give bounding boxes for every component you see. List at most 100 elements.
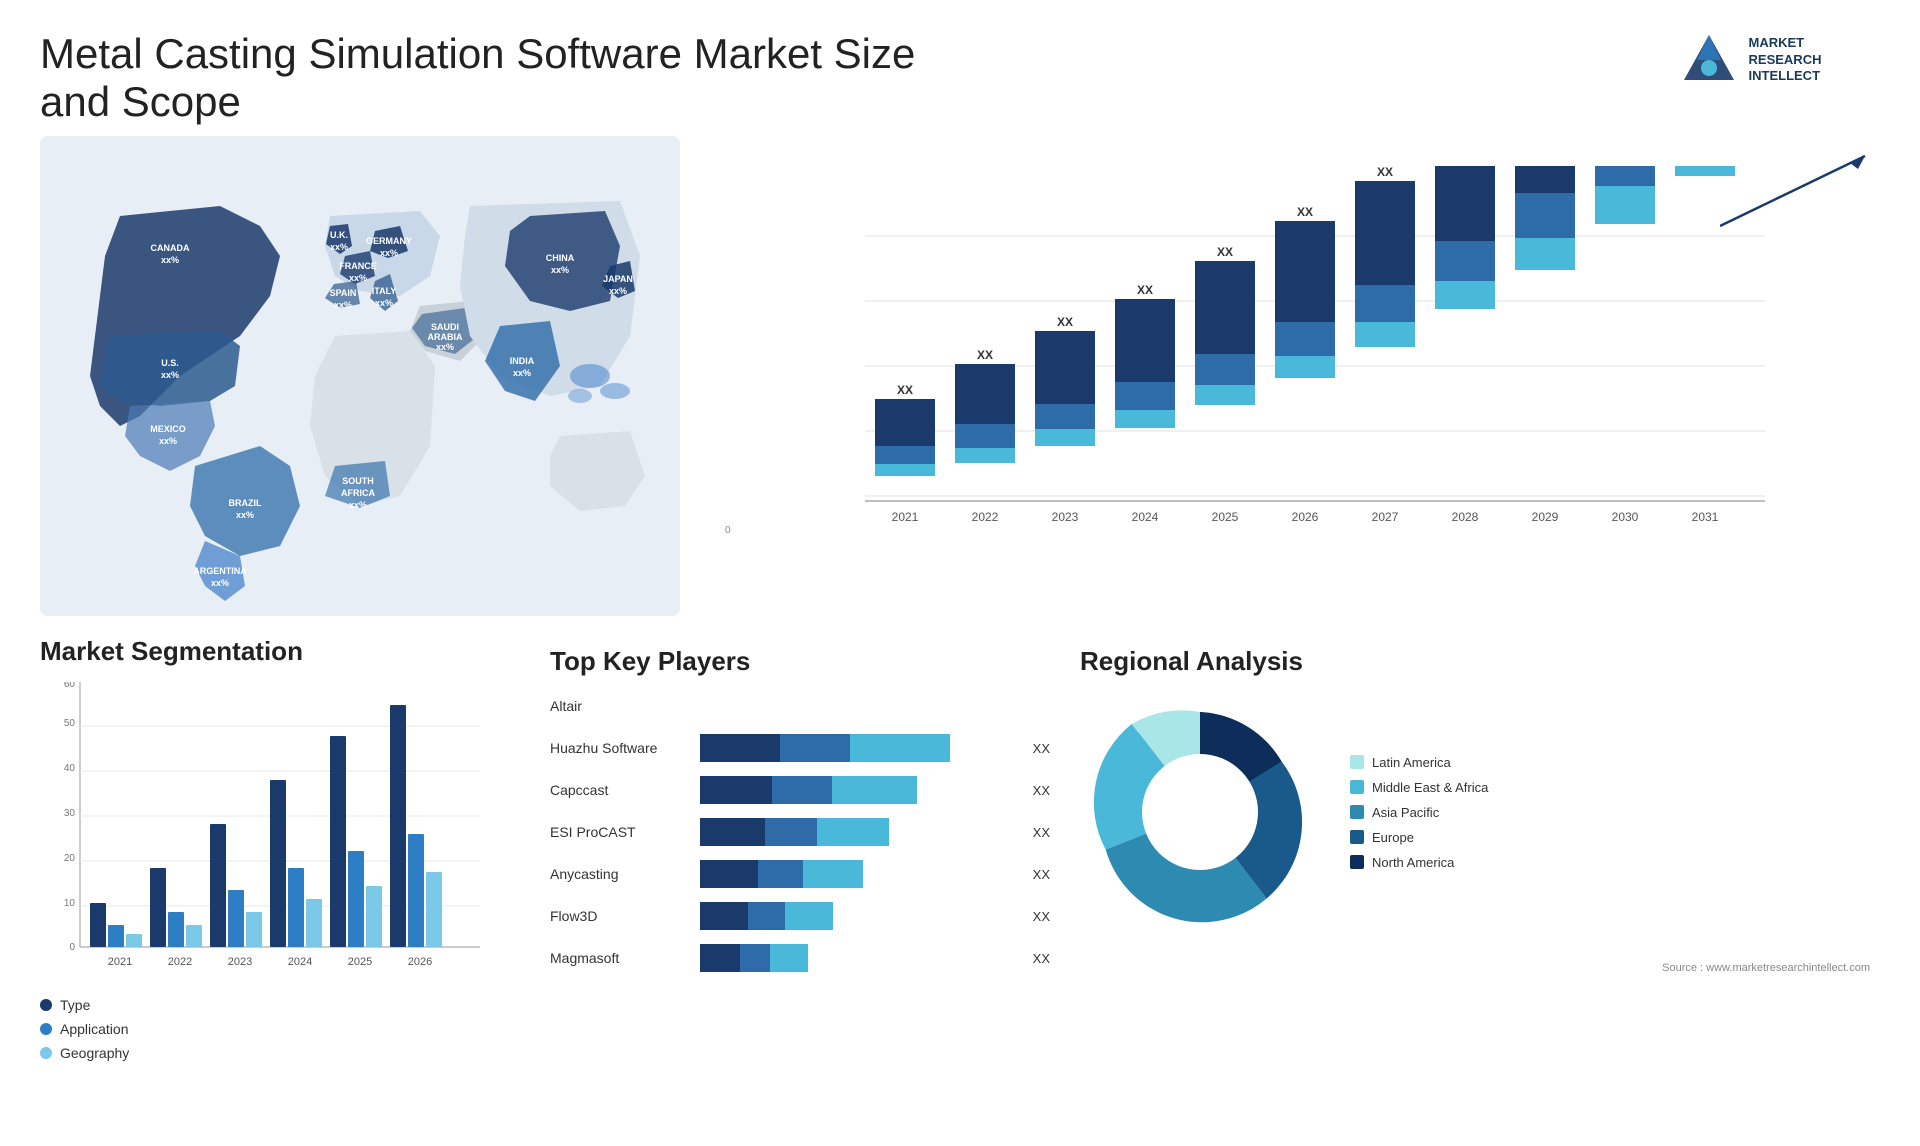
latin-america-color	[1350, 755, 1364, 769]
svg-text:2031: 2031	[1692, 510, 1719, 524]
geo-dot	[40, 1047, 52, 1059]
map-section: CANADA xx% U.S. xx% MEXICO xx% BRAZIL xx…	[40, 136, 680, 616]
player-bar-magmasoft	[700, 944, 1015, 972]
player-row-esi: ESI ProCAST XX	[550, 818, 1050, 846]
china-label: CHINA	[546, 253, 575, 263]
page-title: Metal Casting Simulation Software Market…	[40, 30, 940, 126]
svg-text:2023: 2023	[1052, 510, 1079, 524]
segmentation-section: Market Segmentation 0 10 20 30 40 50 60	[40, 636, 520, 1136]
mea-color	[1350, 780, 1364, 794]
player-name-capccast: Capccast	[550, 782, 690, 798]
svg-text:2024: 2024	[1132, 510, 1159, 524]
mea-label: Middle East & Africa	[1372, 780, 1488, 795]
bar-seg2	[758, 860, 803, 888]
main-content: CANADA xx% U.S. xx% MEXICO xx% BRAZIL xx…	[0, 136, 1920, 1136]
saudi-value: xx%	[436, 342, 454, 352]
svg-text:10: 10	[64, 898, 76, 909]
donut-area: Latin America Middle East & Africa Asia …	[1080, 692, 1880, 932]
svg-text:50: 50	[64, 718, 76, 729]
player-val-anycasting: XX	[1033, 867, 1050, 882]
north-america-label: North America	[1372, 855, 1454, 870]
europe-color	[1350, 830, 1364, 844]
geo-label: Geography	[60, 1045, 129, 1061]
bar-seg2	[780, 734, 850, 762]
bar-seg3	[785, 902, 833, 930]
app-label: Application	[60, 1021, 129, 1037]
bar-seg2	[765, 818, 817, 846]
donut-chart-svg	[1080, 692, 1320, 932]
bar-seg3	[817, 818, 889, 846]
uk-value: xx%	[330, 242, 348, 252]
player-name-esi: ESI ProCAST	[550, 824, 690, 840]
latin-america-label: Latin America	[1372, 755, 1451, 770]
svg-text:2026: 2026	[1292, 510, 1319, 524]
bar-seg1	[700, 902, 748, 930]
svg-text:2028: 2028	[1452, 510, 1479, 524]
player-bar-altair	[700, 692, 1050, 720]
asia-pacific-color	[1350, 805, 1364, 819]
southafrica-label: SOUTH	[342, 476, 374, 486]
brazil-label: BRAZIL	[229, 498, 262, 508]
europe-label: Europe	[1372, 830, 1414, 845]
legend-europe: Europe	[1350, 830, 1488, 845]
legend-geography: Geography	[40, 1045, 520, 1061]
canada-value: xx%	[161, 255, 179, 265]
logo-box: MARKET RESEARCH INTELLECT	[1679, 30, 1822, 90]
legend-asia-pacific: Asia Pacific	[1350, 805, 1488, 820]
bar-seg2	[772, 776, 832, 804]
player-bar-huazhu	[700, 734, 1015, 762]
svg-text:XX: XX	[1377, 166, 1393, 179]
svg-text:40: 40	[64, 763, 76, 774]
svg-text:2022: 2022	[168, 956, 192, 968]
logo-icon	[1679, 30, 1739, 90]
regional-title: Regional Analysis	[1080, 646, 1880, 677]
player-bar-esi	[700, 818, 1015, 846]
player-row-magmasoft: Magmasoft XX	[550, 944, 1050, 972]
player-bar-flow3d	[700, 902, 1015, 930]
app-dot	[40, 1023, 52, 1035]
mexico-value: xx%	[159, 436, 177, 446]
logo-text: MARKET RESEARCH INTELLECT	[1749, 35, 1822, 86]
player-row-huazhu: Huazhu Software XX	[550, 734, 1050, 762]
svg-text:2024: 2024	[288, 956, 312, 968]
spain-label: SPAIN	[330, 288, 357, 298]
segmentation-title: Market Segmentation	[40, 636, 520, 667]
svg-text:2025: 2025	[1212, 510, 1239, 524]
svg-text:2030: 2030	[1612, 510, 1639, 524]
bar-seg1	[700, 860, 758, 888]
bar-seg2	[740, 944, 770, 972]
regional-legend: Latin America Middle East & Africa Asia …	[1350, 755, 1488, 870]
saudi-label2: ARABIA	[428, 332, 463, 342]
player-val-esi: XX	[1033, 825, 1050, 840]
mexico-label: MEXICO	[150, 424, 186, 434]
player-val-huazhu: XX	[1033, 741, 1050, 756]
argentina-label: ARGENTINA	[193, 566, 247, 576]
svg-text:2022: 2022	[972, 510, 999, 524]
y-axis-label: 0	[725, 525, 731, 536]
asia-pacific-label: Asia Pacific	[1372, 805, 1439, 820]
svg-text:XX: XX	[1297, 205, 1313, 219]
player-row-altair: Altair	[550, 692, 1050, 720]
legend-mea: Middle East & Africa	[1350, 780, 1488, 795]
source-text: Source : www.marketresearchintellect.com	[1080, 962, 1880, 974]
bar-seg1	[700, 776, 772, 804]
player-name-flow3d: Flow3D	[550, 908, 690, 924]
logo-area: MARKET RESEARCH INTELLECT	[1620, 30, 1880, 90]
us-label: U.S.	[161, 358, 179, 368]
spain-value: xx%	[334, 300, 352, 310]
svg-text:2021: 2021	[892, 510, 919, 524]
svg-text:2021: 2021	[108, 956, 132, 968]
seg-chart-svg: 0 10 20 30 40 50 60	[40, 682, 480, 982]
bottom-row: Market Segmentation 0 10 20 30 40 50 60	[40, 636, 1880, 1136]
player-name-anycasting: Anycasting	[550, 866, 690, 882]
svg-text:20: 20	[64, 853, 76, 864]
svg-text:2029: 2029	[1532, 510, 1559, 524]
type-dot	[40, 999, 52, 1011]
player-row-anycasting: Anycasting XX	[550, 860, 1050, 888]
type-label: Type	[60, 997, 90, 1013]
svg-text:2027: 2027	[1372, 510, 1399, 524]
bar-seg3	[850, 734, 950, 762]
svg-text:2023: 2023	[228, 956, 252, 968]
bar-seg1	[700, 818, 765, 846]
svg-text:2025: 2025	[348, 956, 372, 968]
